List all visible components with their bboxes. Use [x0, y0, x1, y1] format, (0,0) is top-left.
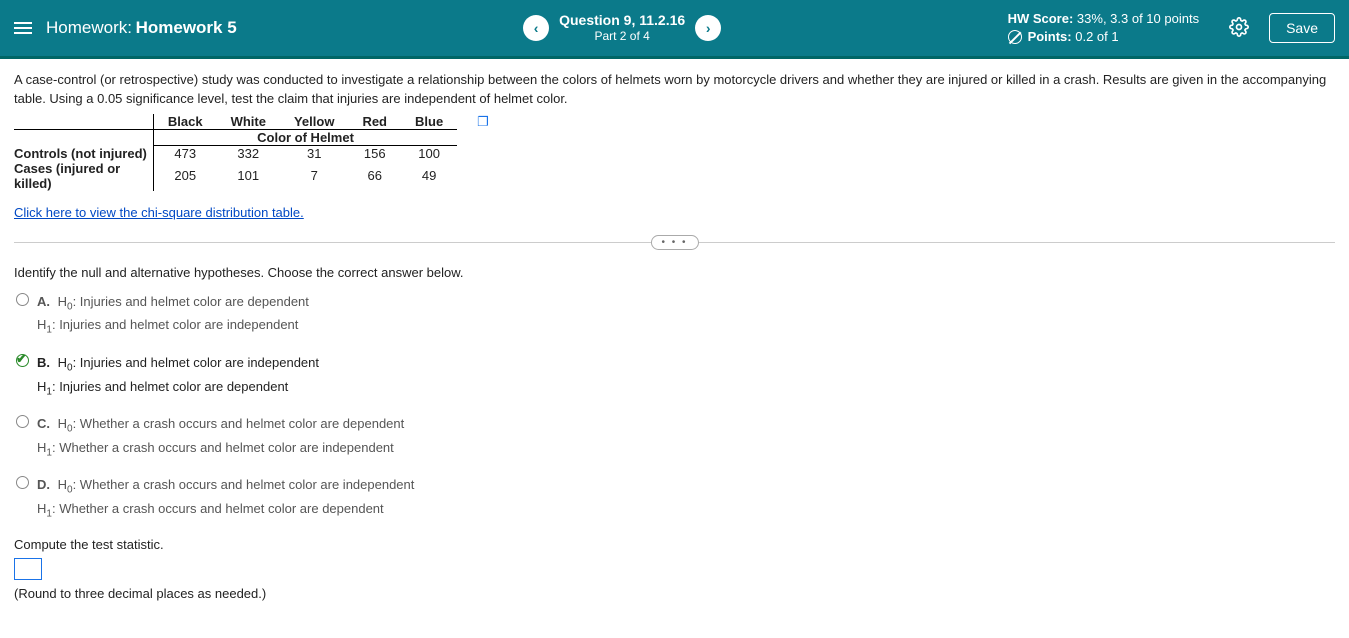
radio-c[interactable] — [16, 415, 29, 428]
score-block: HW Score: 33%, 3.3 of 10 points Points: … — [1008, 10, 1200, 46]
col-header: White — [217, 114, 280, 130]
question-part: Part 2 of 4 — [559, 29, 685, 45]
table-row: Controls (not injured) 473 332 31 156 10… — [14, 145, 457, 161]
rounding-hint: (Round to three decimal places as needed… — [14, 586, 1335, 601]
prev-question-button[interactable]: ‹ — [523, 15, 549, 41]
points: Points: 0.2 of 1 — [1008, 28, 1200, 46]
radio-b[interactable] — [16, 354, 29, 367]
data-table: Color of Helmet Black White Yellow Red B… — [14, 114, 457, 191]
hw-name: Homework 5 — [136, 18, 237, 37]
problem-statement: A case-control (or retrospective) study … — [14, 71, 1335, 107]
row-label: Cases (injured or killed) — [14, 161, 153, 191]
next-question-button[interactable]: › — [695, 15, 721, 41]
col-header: Black — [153, 114, 216, 130]
expand-icon[interactable]: • • • — [650, 235, 698, 250]
points-icon — [1008, 30, 1022, 44]
col-header: Red — [348, 114, 401, 130]
choice-b[interactable]: B. H0: Injuries and helmet color are ind… — [16, 353, 1335, 400]
hw-score: HW Score: 33%, 3.3 of 10 points — [1008, 10, 1200, 28]
test-statistic-input[interactable] — [14, 558, 42, 580]
question-number: Question 9, 11.2.16 — [559, 11, 685, 29]
section-divider: • • • — [14, 242, 1335, 243]
table-row: Cases (injured or killed) 205 101 7 66 4… — [14, 161, 457, 191]
data-table-wrap: Color of Helmet Black White Yellow Red B… — [14, 114, 1335, 191]
hw-label: Homework: — [46, 18, 132, 37]
row-label: Controls (not injured) — [14, 145, 153, 161]
menu-icon[interactable] — [14, 19, 32, 37]
content-area: A case-control (or retrospective) study … — [0, 59, 1349, 612]
table-title: Color of Helmet — [153, 129, 457, 145]
homework-title: Homework: Homework 5 — [46, 18, 237, 38]
choice-c[interactable]: C. H0: Whether a crash occurs and helmet… — [16, 414, 1335, 461]
compute-prompt: Compute the test statistic. — [14, 537, 1335, 552]
radio-d[interactable] — [16, 476, 29, 489]
radio-a[interactable] — [16, 293, 29, 306]
choice-a[interactable]: A. H0: Injuries and helmet color are dep… — [16, 292, 1335, 339]
question-prompt: Identify the null and alternative hypoth… — [14, 265, 1335, 280]
save-button[interactable]: Save — [1269, 13, 1335, 43]
question-nav: ‹ Question 9, 11.2.16 Part 2 of 4 › — [237, 11, 1008, 45]
chi-square-link[interactable]: Click here to view the chi-square distri… — [14, 205, 304, 220]
choice-d[interactable]: D. H0: Whether a crash occurs and helmet… — [16, 475, 1335, 522]
answer-choices: A. H0: Injuries and helmet color are dep… — [16, 292, 1335, 523]
col-header: Yellow — [280, 114, 348, 130]
col-header: Blue — [401, 114, 457, 130]
question-info: Question 9, 11.2.16 Part 2 of 4 — [559, 11, 685, 45]
gear-icon[interactable] — [1229, 17, 1249, 40]
copy-icon[interactable]: ❐ — [477, 114, 489, 130]
app-header: Homework: Homework 5 ‹ Question 9, 11.2.… — [0, 0, 1349, 59]
